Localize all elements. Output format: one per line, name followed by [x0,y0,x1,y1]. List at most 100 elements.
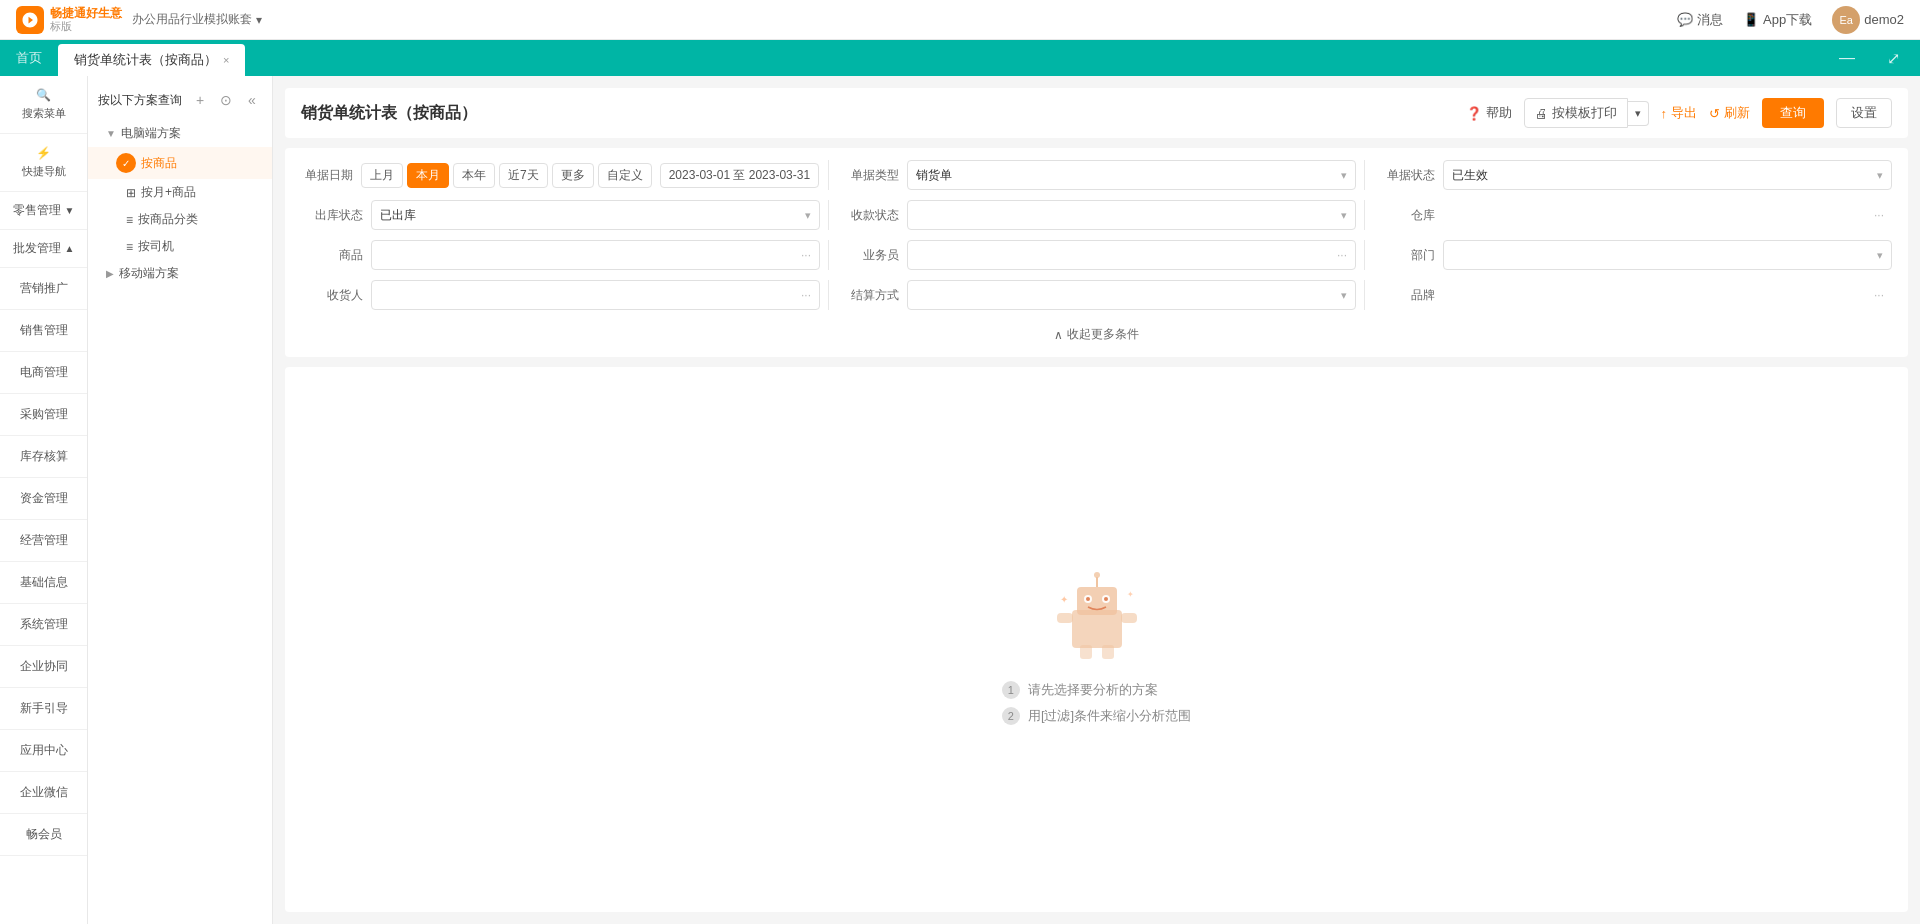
sidebar-item-quicknav[interactable]: ⚡ 快捷导航 [0,134,87,192]
user-menu[interactable]: Ea demo2 [1832,6,1904,34]
logo-text: 畅捷通好生意 标版 [50,6,122,34]
filter-out-status-item: 出库状态 已出库 ▾ [301,200,820,230]
collapse-arrow-icon: ∧ [1054,328,1063,342]
collapse-more-btn[interactable]: ∧ 收起更多条件 [301,320,1892,345]
desktop-section-header[interactable]: ▼ 电脑端方案 [88,120,272,147]
mobile-section-header[interactable]: ▶ 移动端方案 [88,260,272,287]
sidebar-item-basic[interactable]: 基础信息 [0,562,87,604]
filter-warehouse-label: 仓库 [1373,207,1443,224]
tab-minimize-icon[interactable]: — [1827,49,1867,67]
date-current-month-btn[interactable]: 本月 [407,163,449,188]
filter-payment-status-control[interactable]: ▾ [907,200,1356,230]
export-btn[interactable]: ↑ 导出 [1661,104,1698,122]
wholesale-arrow-icon: ▲ [65,243,75,254]
receiver-dots-icon: ··· [801,288,811,302]
main-layout: 🔍 搜索菜单 ⚡ 快捷导航 零售管理 ▼ 批发管理 ▲ 营销推广 销售管理 电商… [0,76,1920,924]
divider-6 [1364,240,1365,270]
dept-arrow-icon: ▾ [1877,249,1883,262]
scheme-item-by-product[interactable]: ✓ 按商品 [88,147,272,179]
empty-hints: 1 请先选择要分析的方案 2 用[过滤]条件来缩小分析范围 [1002,681,1191,725]
filter-out-status-control[interactable]: 已出库 ▾ [371,200,820,230]
sidebar-item-wechat[interactable]: 企业微信 [0,772,87,814]
filter-brand-control[interactable]: ··· [1443,280,1892,310]
tab-home[interactable]: 首页 [0,40,58,76]
print-btn[interactable]: 🖨 按模板打印 [1524,98,1628,128]
filter-settle-item: 结算方式 ▾ [837,280,1356,310]
filter-area: 单据日期 上月 本月 本年 近7天 更多 自定义 2023-03-01 至 20… [285,148,1908,357]
filter-product-label: 商品 [301,247,371,264]
refresh-btn[interactable]: ↺ 刷新 [1709,104,1750,122]
logo-area: 畅捷通好生意 标版 [16,6,122,34]
filter-salesperson-control[interactable]: ··· [907,240,1356,270]
settings-btn[interactable]: 设置 [1836,98,1892,128]
date-last-7-btn[interactable]: 近7天 [499,163,548,188]
filter-settle-control[interactable]: ▾ [907,280,1356,310]
tab-expand-icon[interactable]: ⤢ [1875,49,1912,68]
filter-receiver-item: 收货人 ··· [301,280,820,310]
topbar-subtitle-dropdown[interactable]: 办公用品行业模拟账套 ▾ [132,11,262,28]
divider-2 [1364,160,1365,190]
svg-rect-0 [1072,610,1122,648]
date-current-year-btn[interactable]: 本年 [453,163,495,188]
date-custom-btn[interactable]: 自定义 [598,163,652,188]
tab-active[interactable]: 销货单统计表（按商品） × [58,44,245,76]
print-split-btn: 🖨 按模板打印 ▾ [1524,98,1649,128]
date-more-btn[interactable]: 更多 [552,163,594,188]
sidebar-item-finance[interactable]: 资金管理 [0,478,87,520]
scheme-item-by-category[interactable]: ≡ 按商品分类 [88,206,272,233]
sidebar-item-marketing[interactable]: 营销推广 [0,268,87,310]
filter-doc-type-control[interactable]: 销货单 ▾ [907,160,1356,190]
divider-5 [828,240,829,270]
query-btn[interactable]: 查询 [1762,98,1824,128]
sidebar-item-purchase[interactable]: 采购管理 [0,394,87,436]
sidebar-item-member[interactable]: 畅会员 [0,814,87,856]
sidebar-item-inventory[interactable]: 库存核算 [0,436,87,478]
filter-dept-label: 部门 [1373,247,1443,264]
divider-7 [828,280,829,310]
svg-rect-8 [1057,613,1073,623]
grid-icon: ⊞ [126,186,136,200]
payment-status-arrow-icon: ▾ [1341,209,1347,222]
help-btn[interactable]: ❓ 帮助 [1466,104,1512,122]
sidebar-item-system[interactable]: 系统管理 [0,604,87,646]
filter-receiver-control[interactable]: ··· [371,280,820,310]
sidebar-item-wholesale[interactable]: 批发管理 ▲ [0,230,87,268]
filter-dept-control[interactable]: ▾ [1443,240,1892,270]
filter-brand-label: 品牌 [1373,287,1443,304]
filter-doc-status-control[interactable]: 已生效 ▾ [1443,160,1892,190]
filter-doc-status-label: 单据状态 [1373,167,1443,184]
filter-date-item: 单据日期 上月 本月 本年 近7天 更多 自定义 2023-03-01 至 20… [301,163,820,188]
app-download-btn[interactable]: 📱 App下载 [1743,11,1812,29]
message-btn[interactable]: 💬 消息 [1677,11,1723,29]
filter-product-item: 商品 ··· [301,240,820,270]
sidebar-item-appcenter[interactable]: 应用中心 [0,730,87,772]
filter-product-control[interactable]: ··· [371,240,820,270]
sidebar-item-newbie[interactable]: 新手引导 [0,688,87,730]
tab-close-icon[interactable]: × [223,54,229,66]
retail-arrow-icon: ▼ [65,205,75,216]
filter-warehouse-control[interactable]: ··· [1443,200,1892,230]
sidebar-item-collab[interactable]: 企业协同 [0,646,87,688]
sidebar-item-search[interactable]: 🔍 搜索菜单 [0,76,87,134]
content-area: 销货单统计表（按商品） ❓ 帮助 🖨 按模板打印 ▾ ↑ 导出 [273,76,1920,924]
date-range-input[interactable]: 2023-03-01 至 2023-03-31 [660,163,819,188]
sidebar-item-sales[interactable]: 销售管理 [0,310,87,352]
collapse-panel-btn[interactable]: « [242,90,262,110]
svg-rect-1 [1077,587,1117,615]
filter-brand-item: 品牌 ··· [1373,280,1892,310]
scheme-item-by-month-product[interactable]: ⊞ 按月+商品 [88,179,272,206]
sidebar-item-ecommerce[interactable]: 电商管理 [0,352,87,394]
print-dropdown-btn[interactable]: ▾ [1628,101,1649,126]
logo-icon [16,6,44,34]
scheme-item-by-cashier[interactable]: ≡ 按司机 [88,233,272,260]
print-icon: 🖨 [1535,106,1548,121]
settings-scheme-btn[interactable]: ⊙ [216,90,236,110]
sidebar-item-operation[interactable]: 经营管理 [0,520,87,562]
page-title: 销货单统计表（按商品） [301,103,477,124]
filter-warehouse-item: 仓库 ··· [1373,200,1892,230]
add-scheme-btn[interactable]: + [190,90,210,110]
date-last-month-btn[interactable]: 上月 [361,163,403,188]
sidebar-item-retail[interactable]: 零售管理 ▼ [0,192,87,230]
svg-rect-11 [1102,645,1114,659]
filter-payment-status-label: 收款状态 [837,207,907,224]
